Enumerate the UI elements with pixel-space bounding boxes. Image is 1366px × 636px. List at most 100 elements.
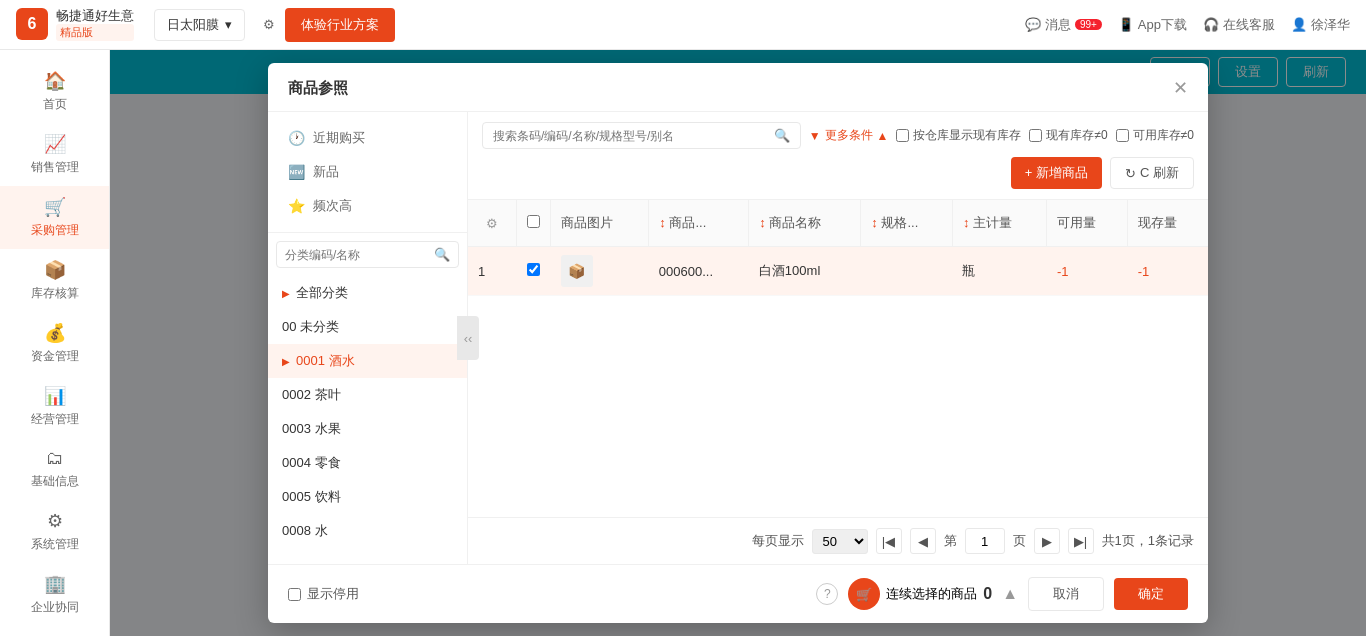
new-product-tab[interactable]: 🆕 新品 bbox=[278, 156, 457, 188]
cart-icon-btn[interactable]: 🛒 bbox=[848, 578, 880, 610]
last-page-btn[interactable]: ▶| bbox=[1068, 528, 1094, 554]
row-stock: -1 bbox=[1128, 247, 1208, 296]
app-download-label: App下载 bbox=[1138, 16, 1187, 34]
product-reference-modal: 商品参照 ✕ 🕐 近期购买 bbox=[268, 63, 1208, 623]
available-nonzero-checkbox[interactable]: 可用库存≠0 bbox=[1116, 127, 1194, 144]
frequent-tab[interactable]: ⭐ 频次高 bbox=[278, 190, 457, 222]
add-product-btn[interactable]: + 新增商品 bbox=[1011, 157, 1102, 189]
pagination: 每页显示 50 20 100 |◀ ◀ 第 页 bbox=[468, 517, 1208, 564]
table-row[interactable]: 1 📦 000600... 白酒100ml bbox=[468, 247, 1208, 296]
settings-button[interactable]: ⚙ bbox=[253, 9, 285, 41]
product-search-input[interactable] bbox=[493, 129, 768, 143]
table-settings-btn[interactable]: ⚙ bbox=[478, 209, 506, 237]
category-list: ▶ 全部分类 00 未分类 ▶ 0001 酒水 bbox=[268, 276, 467, 554]
col-image: 商品图片 bbox=[551, 200, 649, 247]
category-item-2[interactable]: 0002 茶叶 bbox=[268, 378, 467, 412]
sidebar-item-enterprise[interactable]: 🏢 企业协同 bbox=[0, 563, 109, 626]
page-size-select[interactable]: 50 20 100 bbox=[812, 529, 868, 554]
category-item-3[interactable]: 0003 水果 bbox=[268, 412, 467, 446]
sidebar-item-guide[interactable]: 🚀 新手引导 bbox=[0, 626, 109, 636]
message-btn[interactable]: 💬 消息 99+ bbox=[1025, 16, 1102, 34]
logo-text: 畅捷通好生意 bbox=[56, 8, 134, 25]
online-service-btn[interactable]: 🎧 在线客服 bbox=[1203, 16, 1275, 34]
page-size-label: 每页显示 bbox=[752, 532, 804, 550]
toolbar-actions: + 新增商品 ↻ C 刷新 bbox=[1011, 157, 1194, 189]
sidebar-item-system[interactable]: ⚙ 系统管理 bbox=[0, 500, 109, 563]
page-number-input[interactable] bbox=[965, 528, 1005, 554]
store-name: 日太阳膜 bbox=[167, 16, 219, 34]
category-search-icon[interactable]: 🔍 bbox=[434, 247, 450, 262]
refresh-btn[interactable]: ↻ C 刷新 bbox=[1110, 157, 1194, 189]
sidebar-item-basic[interactable]: 🗂 基础信息 bbox=[0, 438, 109, 500]
user-avatar[interactable]: 👤 徐泽华 bbox=[1291, 16, 1350, 34]
first-page-btn[interactable]: |◀ bbox=[876, 528, 902, 554]
category-item-1[interactable]: ▶ 0001 酒水 bbox=[268, 344, 467, 378]
next-page-btn[interactable]: ▶ bbox=[1034, 528, 1060, 554]
product-table-wrap: ⚙ 商品图片 bbox=[468, 200, 1208, 517]
modal-title: 商品参照 bbox=[288, 79, 348, 98]
recent-purchase-icon: 🕐 bbox=[288, 130, 305, 146]
username-label: 徐泽华 bbox=[1311, 16, 1350, 34]
nav-right: 💬 消息 99+ 📱 App下载 🎧 在线客服 👤 徐泽华 bbox=[1025, 16, 1350, 34]
row-available: -1 bbox=[1047, 247, 1128, 296]
message-label: 消息 bbox=[1045, 16, 1071, 34]
system-icon: ⚙ bbox=[47, 510, 63, 532]
cancel-button[interactable]: 取消 bbox=[1028, 577, 1104, 611]
product-table: ⚙ 商品图片 bbox=[468, 200, 1208, 296]
modal-left-panel: 🕐 近期购买 🆕 新品 ⭐ 频次高 bbox=[268, 112, 468, 564]
category-item-5[interactable]: 0005 饮料 bbox=[268, 480, 467, 514]
footer-right: ? 🛒 连续选择的商品 0 ▲ 取消 确定 bbox=[816, 577, 1188, 611]
prev-page-btn[interactable]: ◀ bbox=[910, 528, 936, 554]
headset-icon: 🎧 bbox=[1203, 17, 1219, 32]
store-selector[interactable]: 日太阳膜 ▾ bbox=[154, 9, 245, 41]
row-num: 1 bbox=[468, 247, 517, 296]
collapse-up-btn[interactable]: ▲ bbox=[1002, 585, 1018, 603]
row-name: 白酒100ml bbox=[749, 247, 861, 296]
sidebar-item-sales[interactable]: 📈 销售管理 bbox=[0, 123, 109, 186]
left-panel-quick-tabs: 🕐 近期购买 🆕 新品 ⭐ 频次高 bbox=[268, 122, 467, 233]
category-item-4[interactable]: 0004 零食 bbox=[268, 446, 467, 480]
recent-purchase-tab[interactable]: 🕐 近期购买 bbox=[278, 122, 457, 154]
cart-badge-wrap: 🛒 连续选择的商品 0 bbox=[848, 578, 992, 610]
total-info: 共1页，1条记录 bbox=[1102, 532, 1194, 550]
category-search-wrap: 🔍 bbox=[276, 241, 459, 268]
filter-icon: ▼ bbox=[809, 129, 821, 143]
help-icon-btn[interactable]: ? bbox=[816, 583, 838, 605]
warehouse-display-checkbox[interactable]: 按仓库显示现有库存 bbox=[896, 127, 1021, 144]
confirm-button[interactable]: 确定 bbox=[1114, 578, 1188, 610]
sidebar-item-home[interactable]: 🏠 首页 bbox=[0, 60, 109, 123]
sidebar-item-finance[interactable]: 💰 资金管理 bbox=[0, 312, 109, 375]
col-name: ↕ 商品名称 bbox=[749, 200, 861, 247]
experience-btn[interactable]: 体验行业方案 bbox=[285, 8, 395, 42]
select-all-checkbox[interactable] bbox=[527, 215, 540, 228]
category-item-7[interactable]: 0010 家电 bbox=[268, 548, 467, 554]
category-item-all[interactable]: ▶ 全部分类 bbox=[268, 276, 467, 310]
cart-count: 0 bbox=[983, 585, 992, 603]
stock-nonzero-checkbox[interactable]: 现有库存≠0 bbox=[1029, 127, 1107, 144]
product-search-icon[interactable]: 🔍 bbox=[774, 128, 790, 143]
row-checkbox[interactable] bbox=[527, 263, 540, 276]
modal-toolbar: 🔍 ▼ 更多条件 ▲ 按仓库显示现有库存 bbox=[468, 112, 1208, 200]
col-spec: ↕ 规格... bbox=[861, 200, 953, 247]
product-search-wrap: 🔍 bbox=[482, 122, 801, 149]
sales-icon: 📈 bbox=[44, 133, 66, 155]
filter-more-btn[interactable]: ▼ 更多条件 ▲ bbox=[809, 127, 889, 144]
page-unit-label: 页 bbox=[1013, 532, 1026, 550]
col-stock: 现存量 bbox=[1128, 200, 1208, 247]
sidebar-item-operation[interactable]: 📊 经营管理 bbox=[0, 375, 109, 438]
modal-header: 商品参照 ✕ bbox=[268, 63, 1208, 112]
category-item-6[interactable]: 0008 水 bbox=[268, 514, 467, 548]
category-search-input[interactable] bbox=[285, 248, 428, 262]
purchase-icon: 🛒 bbox=[44, 196, 66, 218]
row-image: 📦 bbox=[551, 247, 649, 296]
modal-close-button[interactable]: ✕ bbox=[1173, 77, 1188, 99]
app-download-btn[interactable]: 📱 App下载 bbox=[1118, 16, 1187, 34]
modal-right-panel: 🔍 ▼ 更多条件 ▲ 按仓库显示现有库存 bbox=[468, 112, 1208, 564]
show-disabled-checkbox[interactable]: 显示停用 bbox=[288, 585, 359, 603]
sidebar-item-inventory[interactable]: 📦 库存核算 bbox=[0, 249, 109, 312]
operation-icon: 📊 bbox=[44, 385, 66, 407]
basic-icon: 🗂 bbox=[46, 448, 64, 469]
collapse-panel-button[interactable]: ‹‹ bbox=[457, 316, 479, 360]
sidebar-item-purchase[interactable]: 🛒 采购管理 bbox=[0, 186, 109, 249]
category-item-0[interactable]: 00 未分类 bbox=[268, 310, 467, 344]
